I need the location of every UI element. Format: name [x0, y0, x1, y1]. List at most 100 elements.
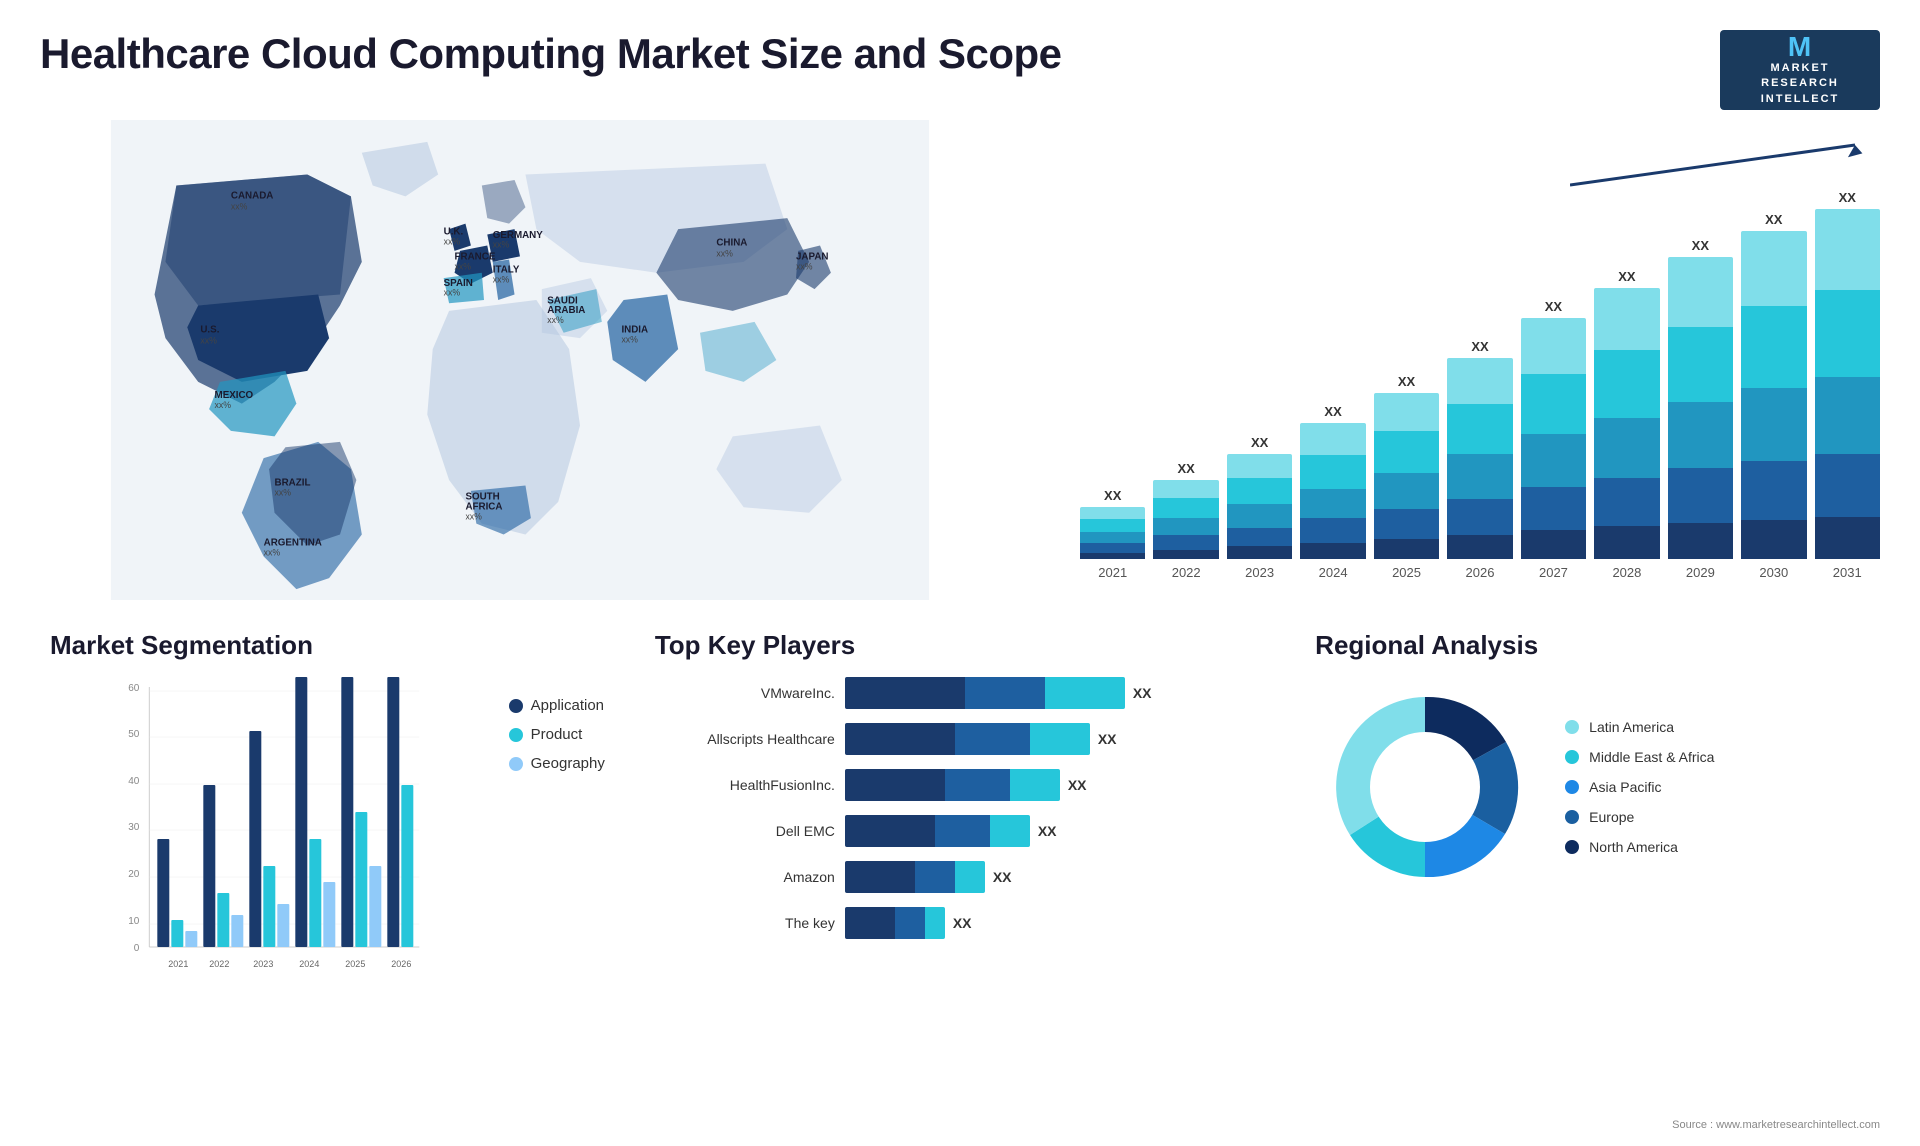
regional-legend: Latin America Middle East & Africa Asia …	[1565, 719, 1714, 855]
app-label: Application	[531, 697, 604, 714]
bar-segment	[1741, 306, 1806, 388]
player-bar-seg2	[945, 769, 1010, 801]
player-bar	[845, 723, 1090, 755]
bar-segment	[1227, 546, 1292, 559]
player-value: XX	[1038, 823, 1057, 839]
player-bar-seg2	[935, 815, 990, 847]
bar-segment	[1227, 478, 1292, 504]
legend-north-america: North America	[1565, 839, 1714, 855]
page-title: Healthcare Cloud Computing Market Size a…	[40, 30, 1062, 78]
player-name: VMwareInc.	[655, 685, 835, 701]
bar-segment	[1153, 498, 1218, 518]
spain-value: xx%	[444, 288, 461, 298]
player-bar-seg3	[955, 861, 985, 893]
top-section: CANADA xx% U.S. xx% MEXICO xx% BRAZIL xx…	[40, 120, 1880, 600]
bar-segment	[1300, 489, 1365, 519]
bar-segment	[1815, 290, 1880, 378]
player-bar-container: XX	[845, 723, 1265, 755]
logo: M MARKET RESEARCH INTELLECT	[1720, 30, 1880, 110]
seg-chart-wrapper: 60 50 40 30 20 10 0	[50, 677, 489, 977]
bar-group-2027: XX	[1521, 299, 1586, 559]
bar-segment	[1741, 520, 1806, 559]
bar-segment	[1521, 434, 1586, 487]
svg-text:2021: 2021	[168, 959, 188, 969]
mexico-value: xx%	[215, 400, 232, 410]
svg-text:0: 0	[134, 943, 140, 954]
bar-label-2023: XX	[1251, 435, 1268, 450]
player-row: The keyXX	[655, 907, 1265, 939]
player-name: Dell EMC	[655, 823, 835, 839]
bar-segment	[1374, 509, 1439, 539]
bar-segment	[1594, 288, 1659, 350]
bar-stack-2022	[1153, 480, 1218, 559]
middle-east-label: Middle East & Africa	[1589, 749, 1714, 765]
player-value: XX	[1068, 777, 1087, 793]
logo-area: M MARKET RESEARCH INTELLECT	[1720, 30, 1880, 110]
x-label-2021: 2021	[1080, 565, 1145, 580]
india-value: xx%	[621, 335, 638, 345]
player-bar	[845, 907, 945, 939]
bar-segment	[1521, 530, 1586, 559]
bar-segment	[1300, 543, 1365, 559]
x-axis-labels: 2021202220232024202520262027202820292030…	[1080, 559, 1880, 580]
app-dot	[509, 699, 523, 713]
germany-value: xx%	[493, 240, 510, 250]
bar-segment	[1521, 487, 1586, 530]
x-label-2023: 2023	[1227, 565, 1292, 580]
bar-segment	[1741, 461, 1806, 520]
bottom-section: Market Segmentation 60 50 40 30 20 10	[40, 620, 1880, 1060]
bar-segment	[1815, 209, 1880, 290]
x-label-2028: 2028	[1594, 565, 1659, 580]
bar-label-2027: XX	[1545, 299, 1562, 314]
bar-label-2024: XX	[1324, 404, 1341, 419]
svg-text:10: 10	[128, 916, 140, 927]
svg-text:2025: 2025	[345, 959, 365, 969]
bar-segment	[1594, 478, 1659, 527]
bar-stack-2029	[1668, 257, 1733, 559]
logo-line3: INTELLECT	[1761, 92, 1840, 107]
x-label-2029: 2029	[1668, 565, 1733, 580]
svg-text:2026: 2026	[391, 959, 411, 969]
bar-segment	[1300, 518, 1365, 542]
player-bar-seg2	[965, 677, 1045, 709]
players-list: VMwareInc.XXAllscripts HealthcareXXHealt…	[655, 677, 1265, 939]
player-name: The key	[655, 915, 835, 931]
svg-text:20: 20	[128, 869, 140, 880]
latin-america-dot	[1565, 720, 1579, 734]
bar-segment	[1080, 532, 1145, 544]
bar-group-2031: XX	[1815, 190, 1880, 559]
x-label-2024: 2024	[1300, 565, 1365, 580]
player-row: AmazonXX	[655, 861, 1265, 893]
europe-label: Europe	[1589, 809, 1634, 825]
asia-pacific-label: Asia Pacific	[1589, 779, 1661, 795]
bar-segment	[1668, 468, 1733, 522]
us-label: U.S.	[200, 325, 219, 336]
svg-text:2022: 2022	[209, 959, 229, 969]
canada-value: xx%	[231, 201, 248, 211]
bar-chart: XXXXXXXXXXXXXXXXXXXXXX 20212022202320242…	[1080, 130, 1880, 560]
bar-group-2022: XX	[1153, 461, 1218, 559]
bar-segment	[1227, 454, 1292, 478]
trend-arrow	[1570, 140, 1870, 195]
source-text: Source : www.marketresearchintellect.com	[1672, 1119, 1880, 1131]
bar-segment	[1521, 374, 1586, 434]
bar-stack-2021	[1080, 507, 1145, 560]
bar-group-2030: XX	[1741, 212, 1806, 559]
x-label-2025: 2025	[1374, 565, 1439, 580]
bar-group-2026: XX	[1447, 339, 1512, 559]
middle-east-dot	[1565, 750, 1579, 764]
bar-segment	[1815, 454, 1880, 517]
bar-segment	[1080, 507, 1145, 519]
geo-label: Geography	[531, 755, 605, 772]
regional-section: Regional Analysis	[1305, 620, 1880, 1060]
players-section: Top Key Players VMwareInc.XXAllscripts H…	[635, 620, 1285, 1060]
players-title: Top Key Players	[655, 630, 1265, 661]
player-value: XX	[993, 869, 1012, 885]
player-bar-seg3	[925, 907, 945, 939]
bar-segment	[1374, 539, 1439, 559]
x-label-2031: 2031	[1815, 565, 1880, 580]
bar-segment	[1153, 535, 1218, 549]
prod-dot	[509, 728, 523, 742]
player-bar-seg1	[845, 769, 945, 801]
bar-segment	[1374, 431, 1439, 473]
